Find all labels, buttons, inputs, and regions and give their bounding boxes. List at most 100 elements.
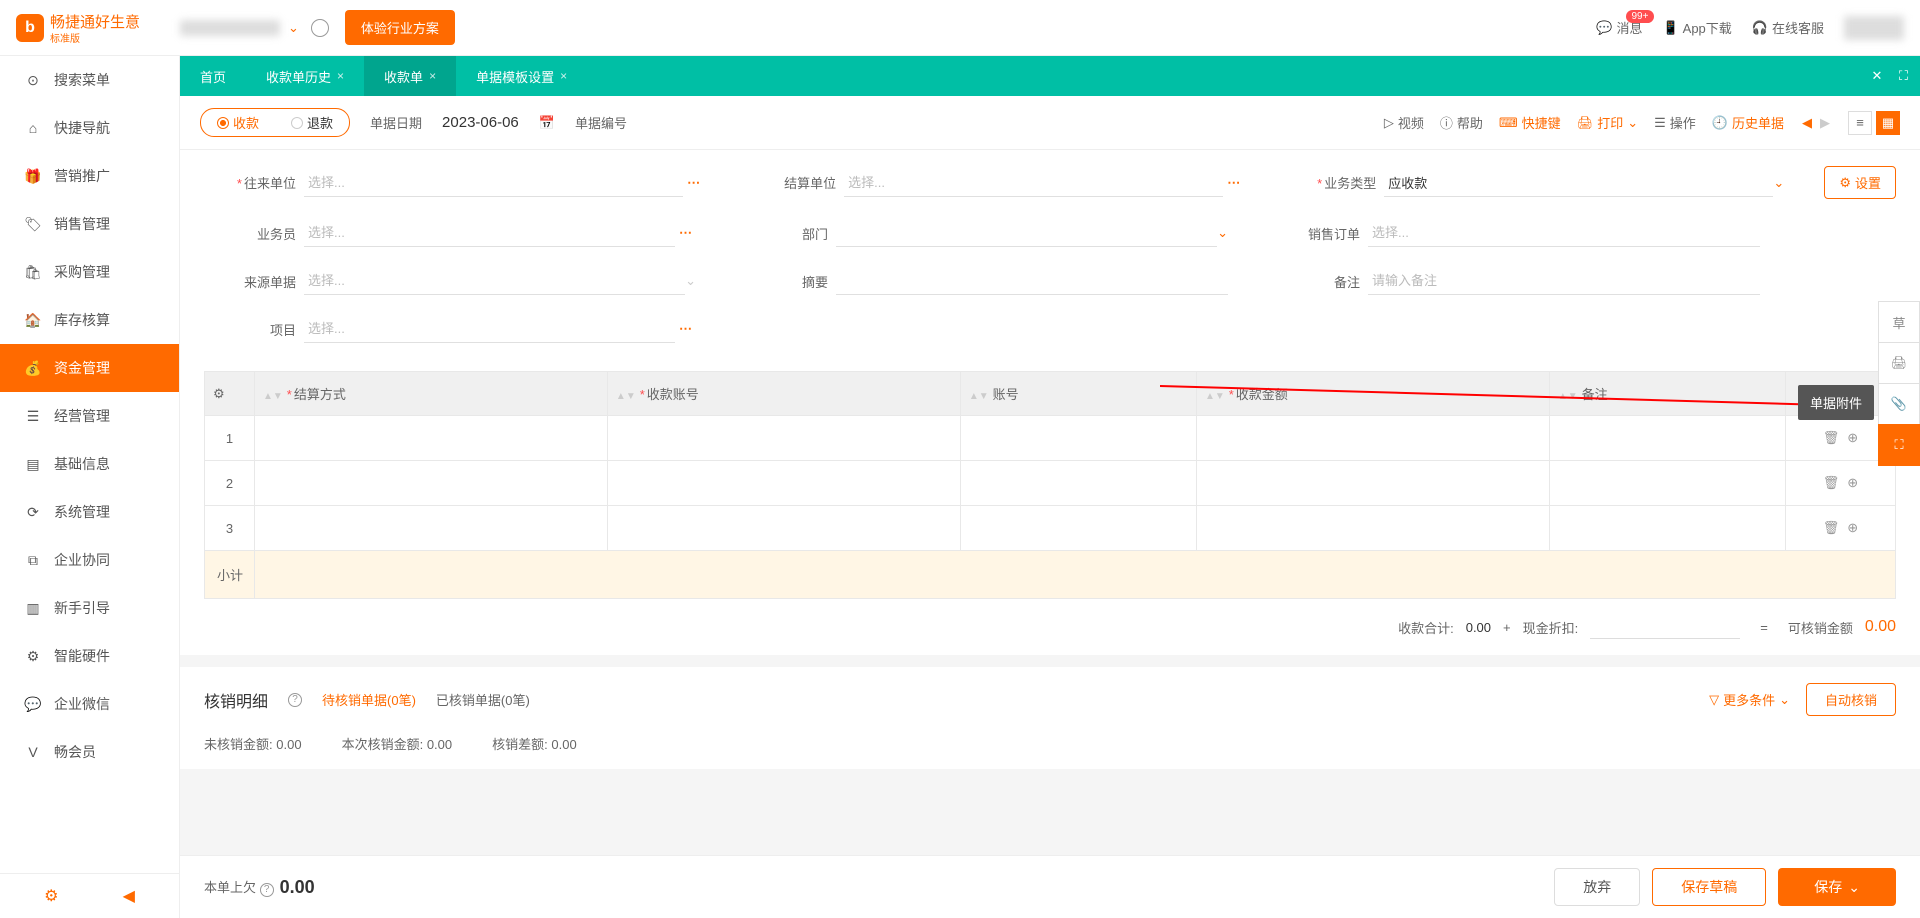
more-icon[interactable]: ⋯ <box>1223 175 1244 191</box>
view-list-icon[interactable]: ≡ <box>1848 111 1872 135</box>
radio-receive[interactable]: 收款 <box>201 109 275 136</box>
sort-icon[interactable]: ▲▼ <box>1205 394 1225 399</box>
tab-bar: 首页 收款单历史× 收款单× 单据模板设置× ✕ ⛶ <box>180 56 1920 96</box>
table-settings-icon[interactable]: ⚙ <box>205 372 255 416</box>
close-icon[interactable]: × <box>560 69 567 83</box>
chevron-down-icon[interactable]: ⌄ <box>1773 175 1784 191</box>
col-acctno[interactable]: ▲▼账号 <box>960 372 1196 416</box>
discard-button[interactable]: 放弃 <box>1554 868 1640 906</box>
support-link[interactable]: 🎧 在线客服 <box>1752 18 1824 37</box>
sidebar-item-purchase[interactable]: 🛍采购管理 <box>0 248 179 296</box>
collapse-icon[interactable]: ◀ <box>123 886 135 906</box>
help-icon[interactable]: ? <box>288 693 302 707</box>
sort-icon[interactable]: ▲▼ <box>1558 394 1578 399</box>
sort-icon[interactable]: ▲▼ <box>263 394 283 399</box>
save-button[interactable]: 保存⌄ <box>1778 868 1896 906</box>
tab-pending[interactable]: 待核销单据(0笔) <box>322 690 416 709</box>
next-icon[interactable]: ▶ <box>1818 113 1832 133</box>
history-link[interactable]: 🕘历史单据 <box>1712 113 1784 132</box>
srcdoc-input[interactable] <box>304 267 685 295</box>
project-input[interactable] <box>304 315 675 343</box>
trial-button[interactable]: 体验行业方案 <box>345 10 455 45</box>
more-conditions-link[interactable]: ▽更多条件⌄ <box>1709 690 1790 709</box>
messages-link[interactable]: 💬 消息 99+ <box>1596 18 1642 37</box>
auto-writeoff-button[interactable]: 自动核销 <box>1806 683 1896 716</box>
sort-icon[interactable]: ▲▼ <box>616 394 636 399</box>
gear-icon[interactable] <box>311 19 329 37</box>
sidebar-item-finance[interactable]: 💰资金管理 <box>0 344 179 392</box>
tab-home[interactable]: 首页 <box>180 56 246 96</box>
remark-input[interactable] <box>1368 267 1760 295</box>
user-avatar[interactable] <box>1844 16 1904 40</box>
sidebar-item-basic[interactable]: ▤基础信息 <box>0 440 179 488</box>
save-draft-button[interactable]: 保存草稿 <box>1652 868 1766 906</box>
sidebar-item-vip[interactable]: V畅会员 <box>0 728 179 776</box>
dept-input[interactable] <box>836 219 1217 247</box>
help-link[interactable]: ⓘ帮助 <box>1440 113 1483 132</box>
app-download-link[interactable]: 📱 App下载 <box>1662 18 1731 37</box>
settings-icon[interactable]: ⚙ <box>44 886 58 906</box>
sidebar-item-nav[interactable]: ⌂快捷导航 <box>0 104 179 152</box>
sidebar-item-collab[interactable]: ⧉企业协同 <box>0 536 179 584</box>
help-icon[interactable]: ? <box>260 883 274 897</box>
party-input[interactable] <box>304 169 683 197</box>
col-account[interactable]: ▲▼*收款账号 <box>607 372 960 416</box>
shortcut-link[interactable]: ⌨快捷键 <box>1499 113 1561 132</box>
sidebar-item-guide[interactable]: ▥新手引导 <box>0 584 179 632</box>
sort-icon[interactable]: ▲▼ <box>969 394 989 399</box>
sidebar-item-sales[interactable]: 🏷销售管理 <box>0 200 179 248</box>
salesman-input[interactable] <box>304 219 675 247</box>
draft-icon[interactable]: 草 <box>1878 301 1920 343</box>
radio-refund[interactable]: 退款 <box>275 109 349 136</box>
close-icon[interactable]: × <box>429 69 436 83</box>
more-icon[interactable]: ⋯ <box>675 321 696 337</box>
calendar-icon[interactable]: 📅 <box>539 115 555 131</box>
tab-receipt[interactable]: 收款单× <box>364 56 456 96</box>
table-row[interactable]: 3🗑⊕ <box>205 506 1896 551</box>
delete-icon[interactable]: 🗑 <box>1823 520 1840 535</box>
delete-icon[interactable]: 🗑 <box>1823 475 1840 490</box>
sidebar-item-marketing[interactable]: 🎁营销推广 <box>0 152 179 200</box>
fullscreen-icon[interactable]: ⛶ <box>1899 68 1908 84</box>
settings-button[interactable]: ⚙设置 <box>1824 166 1896 199</box>
biztype-input[interactable] <box>1384 169 1773 197</box>
add-icon[interactable]: ⊕ <box>1847 520 1858 535</box>
discount-input[interactable] <box>1590 615 1740 639</box>
sidebar-item-business[interactable]: ☰经营管理 <box>0 392 179 440</box>
col-settle-method[interactable]: ▲▼*结算方式 <box>255 372 608 416</box>
close-icon[interactable]: × <box>337 69 344 83</box>
more-icon[interactable]: ⋯ <box>683 175 704 191</box>
date-value[interactable]: 2023-06-06 <box>442 114 519 131</box>
operate-link[interactable]: ☰操作 <box>1654 113 1696 132</box>
tab-done[interactable]: 已核销单据(0笔) <box>436 690 530 709</box>
sidebar-item-system[interactable]: ⟳系统管理 <box>0 488 179 536</box>
expand-float-icon[interactable]: ⛶ <box>1878 424 1920 466</box>
chevron-down-icon[interactable]: ⌄ <box>1217 225 1228 241</box>
more-icon[interactable]: ⋯ <box>675 225 696 241</box>
settle-unit-input[interactable] <box>844 169 1223 197</box>
add-icon[interactable]: ⊕ <box>1847 430 1858 445</box>
print-float-icon[interactable]: 🖨 <box>1878 342 1920 384</box>
sidebar-item-search[interactable]: ⊙搜索菜单 <box>0 56 179 104</box>
col-remark[interactable]: ▲▼备注 <box>1549 372 1785 416</box>
col-amount[interactable]: ▲▼*收款金额 <box>1196 372 1549 416</box>
print-link[interactable]: 🖨打印⌄ <box>1577 113 1638 132</box>
add-icon[interactable]: ⊕ <box>1847 475 1858 490</box>
attachment-icon[interactable]: 📎 <box>1878 383 1920 425</box>
tab-receipt-history[interactable]: 收款单历史× <box>246 56 364 96</box>
table-row[interactable]: 1🗑⊕ <box>205 416 1896 461</box>
sidebar-item-wechat[interactable]: 💬企业微信 <box>0 680 179 728</box>
chevron-down-icon[interactable]: ⌄ <box>685 273 696 289</box>
prev-icon[interactable]: ◀ <box>1800 113 1814 133</box>
table-row[interactable]: 2🗑⊕ <box>205 461 1896 506</box>
close-all-icon[interactable]: ✕ <box>1863 62 1891 90</box>
saleorder-input[interactable] <box>1368 219 1760 247</box>
view-form-icon[interactable]: ▦ <box>1876 111 1900 135</box>
sidebar-item-inventory[interactable]: 🏠库存核算 <box>0 296 179 344</box>
summary-input[interactable] <box>836 267 1228 295</box>
org-selector[interactable]: ⌄ <box>180 20 299 36</box>
sidebar-item-hardware[interactable]: ⚙智能硬件 <box>0 632 179 680</box>
video-link[interactable]: ▷视频 <box>1384 113 1424 132</box>
tab-template[interactable]: 单据模板设置× <box>456 56 587 96</box>
delete-icon[interactable]: 🗑 <box>1823 430 1840 445</box>
